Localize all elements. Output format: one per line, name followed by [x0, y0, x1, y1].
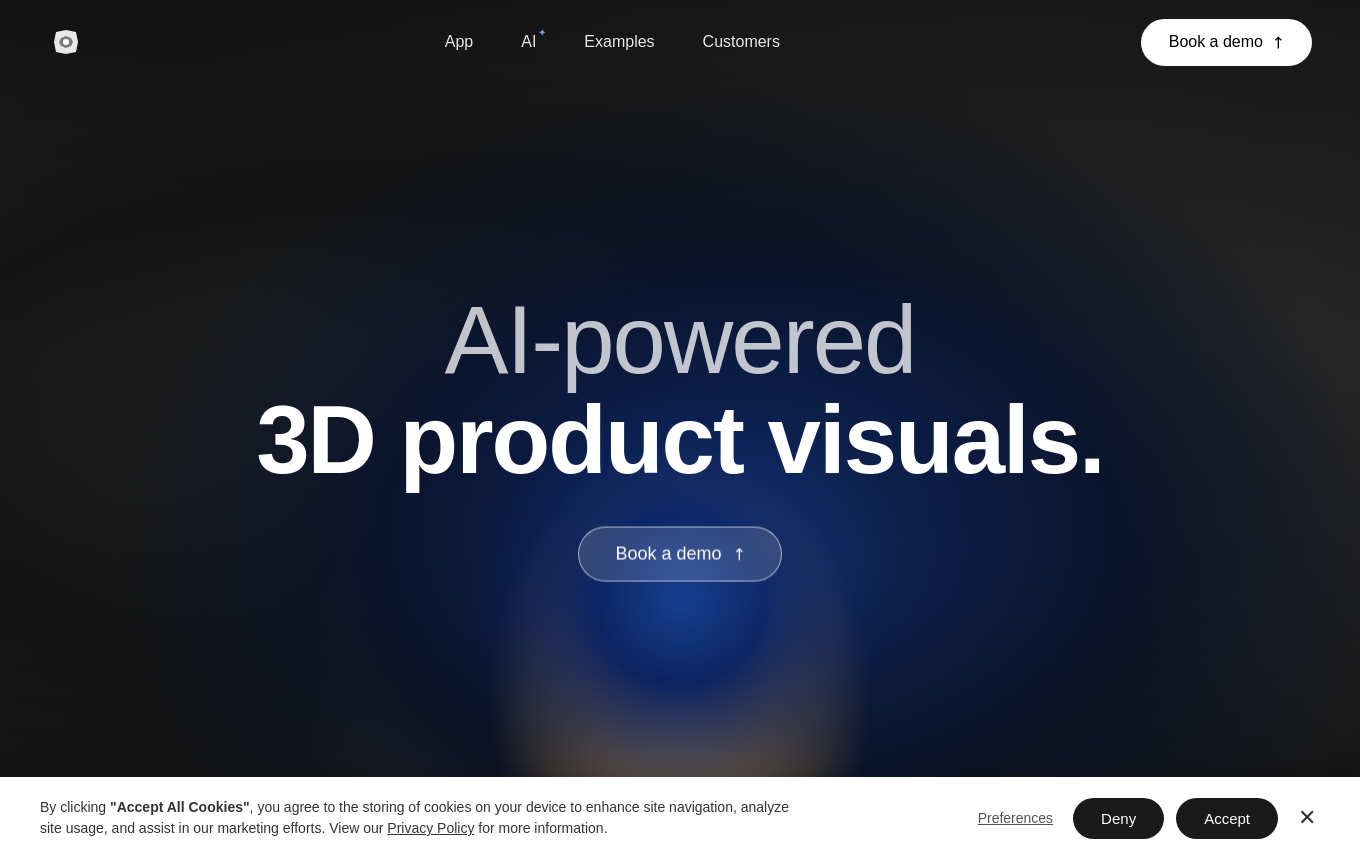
navbar: App AI✦ Examples Customers Book a demo ↗ — [0, 0, 1360, 84]
cookie-highlight: "Accept All Cookies" — [110, 799, 250, 815]
hero-title-line1: AI-powered — [230, 289, 1130, 390]
navbar-book-demo-button[interactable]: Book a demo ↗ — [1141, 19, 1312, 66]
svg-point-0 — [63, 39, 69, 45]
cookie-preferences-button[interactable]: Preferences — [970, 810, 1061, 826]
hero-arrow-icon: ↗ — [727, 543, 750, 566]
hero-content: AI-powered 3D product visuals. Book a de… — [230, 289, 1130, 582]
cookie-accept-button[interactable]: Accept — [1176, 798, 1278, 839]
cookie-banner: By clicking "Accept All Cookies", you ag… — [0, 777, 1360, 859]
nav-item-app[interactable]: App — [445, 33, 473, 50]
hero-book-demo-button[interactable]: Book a demo ↗ — [578, 527, 781, 582]
external-link-icon: ↗ — [1266, 31, 1289, 54]
privacy-policy-link[interactable]: Privacy Policy — [387, 820, 474, 836]
hero-title-line2: 3D product visuals. — [230, 390, 1130, 491]
cookie-close-button[interactable]: ✕ — [1294, 803, 1320, 833]
nav-item-ai[interactable]: AI✦ — [521, 33, 536, 50]
cookie-text: By clicking "Accept All Cookies", you ag… — [40, 797, 800, 839]
cookie-actions: Preferences Deny Accept ✕ — [970, 798, 1320, 839]
cookie-deny-button[interactable]: Deny — [1073, 798, 1164, 839]
nav-links: App AI✦ Examples Customers — [445, 33, 780, 51]
logo-icon — [48, 24, 84, 60]
logo[interactable] — [48, 24, 84, 60]
nav-item-customers[interactable]: Customers — [703, 33, 780, 50]
nav-item-examples[interactable]: Examples — [584, 33, 654, 50]
